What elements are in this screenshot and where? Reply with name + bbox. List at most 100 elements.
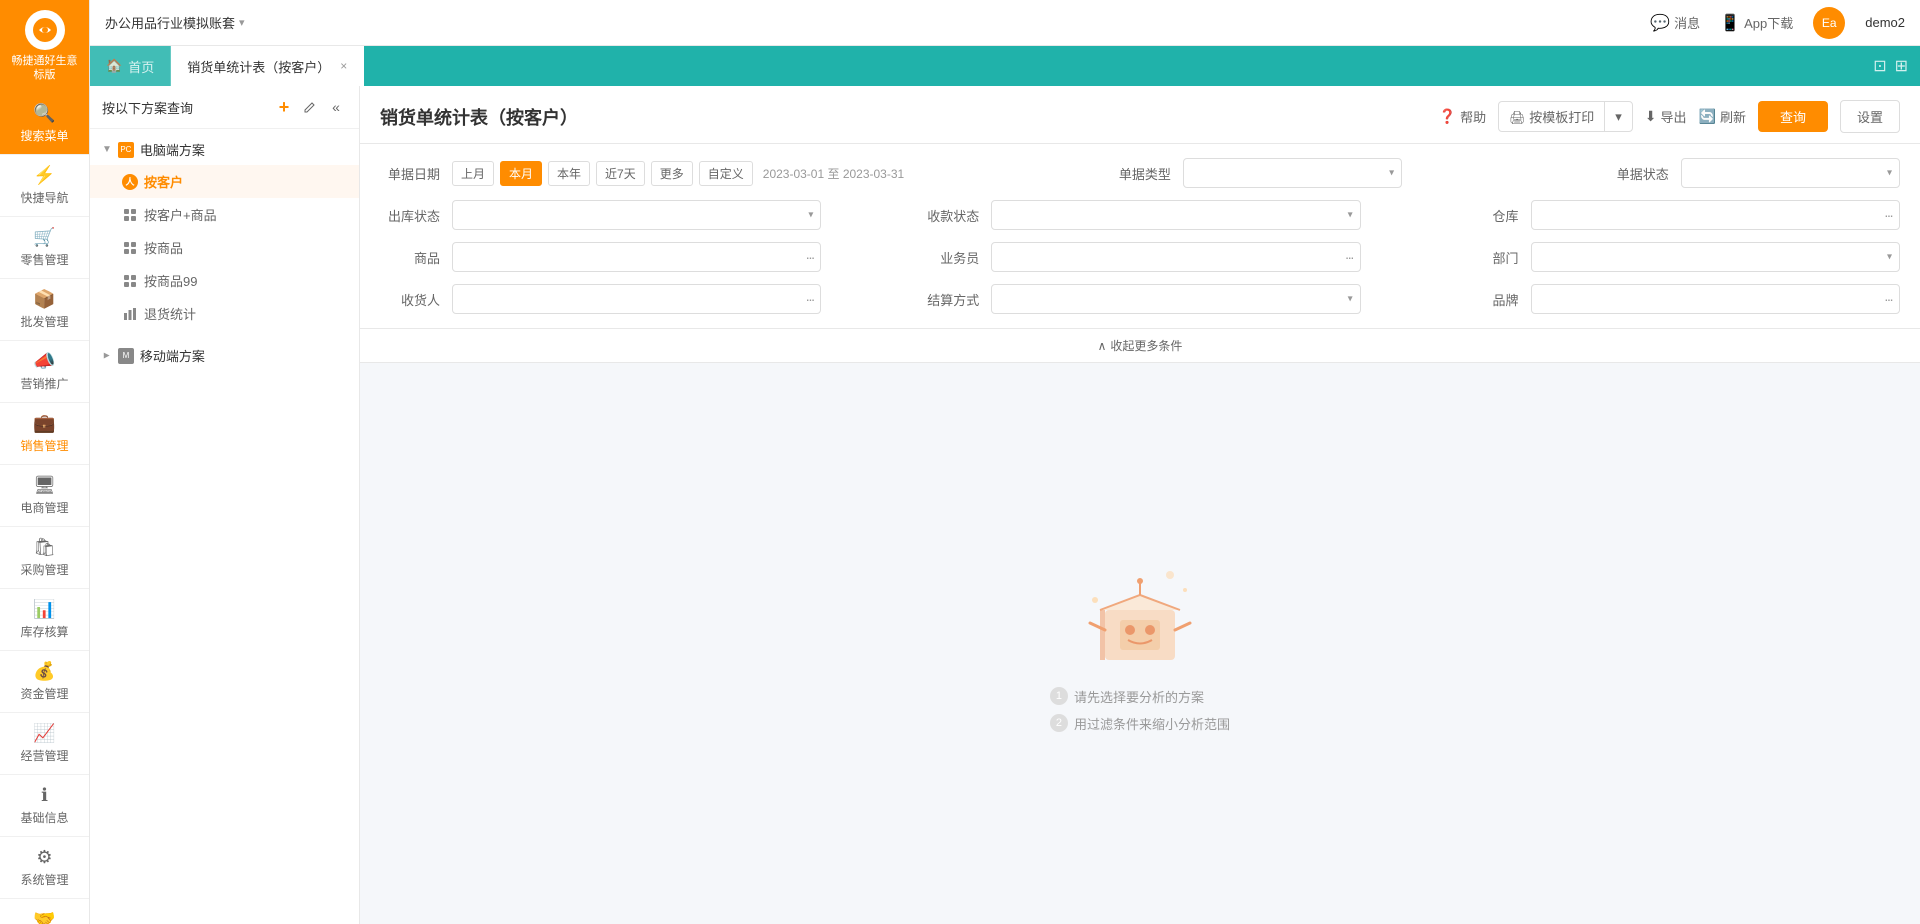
tab-sales-stats[interactable]: 销货单统计表（按客户） × [171,46,364,86]
date-more[interactable]: 更多 [651,161,693,186]
export-btn[interactable]: ⬇ 导出 [1645,107,1687,126]
tree-child-by-customer-goods[interactable]: 按客户+商品 [90,198,359,231]
help-label: 帮助 [1460,107,1486,126]
content-area: 按以下方案查询 + « ▼ PC 电脑端方案 人 按客户 [90,86,1920,924]
by-customer-goods-label: 按客户+商品 [144,205,217,224]
sidebar-logo[interactable]: 畅捷通好生意 标版 [0,0,90,93]
payment-status-select[interactable] [991,200,1360,230]
date-custom[interactable]: 自定义 [699,161,753,186]
query-button[interactable]: 查询 [1758,101,1828,132]
sidebar-item-purchase[interactable]: 🛍 采购管理 [0,527,89,589]
empty-tip-2: 2 用过滤条件来缩小分析范围 [1050,714,1230,733]
tree-child-by-goods-99[interactable]: 按商品99 [90,264,359,297]
marketing-icon: 📣 [33,351,55,372]
tab-minimize-btn[interactable]: ⊡ [1873,56,1886,76]
salesperson-control: ··· [991,242,1360,272]
out-status-select[interactable] [452,200,821,230]
dept-select[interactable] [1531,242,1900,272]
topbar: 办公用品行业模拟账套 ▾ 💬 消息 📱 App下载 Ea demo2 [90,0,1920,46]
order-type-select[interactable] [1183,158,1402,188]
goods-control: ··· [452,242,821,272]
salesperson-input[interactable] [991,242,1360,272]
date-last-month[interactable]: 上月 [452,161,494,186]
empty-tips: 1 请先选择要分析的方案 2 用过滤条件来缩小分析范围 [1050,687,1230,733]
user-abbr: Ea [1822,16,1837,30]
sidebar-item-sales[interactable]: 💼 销售管理 [0,403,89,465]
collapse-btn[interactable]: ∧ 收起更多条件 [1098,337,1183,354]
collapse-bar[interactable]: ∧ 收起更多条件 [360,329,1920,363]
sidebar-item-inventory[interactable]: 📊 库存核算 [0,589,89,651]
tree-child-return-stats[interactable]: 退货统计 [90,297,359,330]
settlement-control: ▾ [991,284,1360,314]
settlement-select[interactable] [991,284,1360,314]
add-scheme-btn[interactable]: + [273,96,295,118]
sidebar-item-marketing[interactable]: 📣 营销推广 [0,341,89,403]
tree-arrow-pc: ▼ [102,144,112,155]
receiver-input[interactable] [452,284,821,314]
date-last-7days[interactable]: 近7天 [596,161,645,186]
date-this-year[interactable]: 本年 [548,161,590,186]
salesperson-label: 业务员 [919,248,979,267]
sidebar-item-enterprise[interactable]: 🤝 企业协同 [0,899,89,924]
sidebar-item-finance[interactable]: 💰 资金管理 [0,651,89,713]
tab-home[interactable]: 🏠 首页 [90,46,171,86]
app-download-btn[interactable]: 📱 App下载 [1720,13,1793,33]
sidebar-item-ecom[interactable]: 🖥 电商管理 [0,465,89,527]
refresh-icon: 🔄 [1699,108,1716,125]
sidebar-item-system[interactable]: ⚙ 系统管理 [0,837,89,899]
operation-icon: 📈 [33,723,55,744]
settings-button[interactable]: 设置 [1840,100,1900,133]
warehouse-input[interactable] [1531,200,1900,230]
sidebar-item-operation[interactable]: 📈 经营管理 [0,713,89,775]
mobile-icon: M [118,348,134,364]
help-btn[interactable]: ❓ 帮助 [1439,107,1486,126]
warehouse-label: 仓库 [1459,206,1519,225]
purchase-icon: 🛍 [33,537,56,558]
tab-maximize-btn[interactable]: ⊞ [1895,56,1908,76]
main-area: 办公用品行业模拟账套 ▾ 💬 消息 📱 App下载 Ea demo2 🏠 首页 [90,0,1920,924]
out-status-label: 出库状态 [380,206,440,225]
date-range-display: 2023-03-01 至 2023-03-31 [763,165,904,182]
chevron-down-icon: ▾ [239,16,245,29]
date-this-month[interactable]: 本月 [500,161,542,186]
message-label: 消息 [1674,13,1700,32]
tree-child-by-goods[interactable]: 按商品 [90,231,359,264]
edit-scheme-btn[interactable] [299,96,321,118]
template-print-btn[interactable]: 🖨 按模板打印 [1499,102,1605,131]
collapse-icon: ∧ [1098,339,1107,353]
brand-input[interactable] [1531,284,1900,314]
enterprise-icon: 🤝 [33,909,55,924]
export-label: 导出 [1661,107,1687,126]
refresh-btn[interactable]: 🔄 刷新 [1699,107,1746,126]
collapse-panel-btn[interactable]: « [325,96,347,118]
sidebar-item-basic[interactable]: ℹ 基础信息 [0,775,89,837]
tree-parent-mobile[interactable]: ▼ M 移动端方案 [90,340,359,371]
tree-child-by-customer[interactable]: 人 按客户 [90,165,359,198]
message-btn[interactable]: 💬 消息 [1650,13,1700,33]
sidebar-item-wholesale[interactable]: 📦 批发管理 [0,279,89,341]
template-print-arrow[interactable]: ▾ [1605,104,1632,130]
industry-selector[interactable]: 办公用品行业模拟账套 ▾ [105,13,245,32]
retail-icon: 🛒 [33,227,55,248]
tab-sales-stats-label: 销货单统计表（按客户） [187,57,330,76]
home-icon: 🏠 [106,58,122,74]
empty-tip-1: 1 请先选择要分析的方案 [1050,687,1230,706]
return-stats-label: 退货统计 [144,304,196,323]
export-icon: ⬇ [1645,108,1657,125]
tree-parent-pc[interactable]: ▼ PC 电脑端方案 [90,134,359,165]
tab-spacer [364,46,1861,86]
tree-section-mobile: ▼ M 移动端方案 [90,335,359,376]
sidebar-item-retail[interactable]: 🛒 零售管理 [0,217,89,279]
goods-label: 商品 [380,248,440,267]
tab-actions: ⊡ ⊞ [1861,46,1920,86]
sales-icon: 💼 [33,413,55,434]
sidebar-item-quick[interactable]: ⚡ 快捷导航 [0,155,89,217]
tabbar: 🏠 首页 销货单统计表（按客户） × ⊡ ⊞ [90,46,1920,86]
sidebar-item-search[interactable]: 🔍 搜索菜单 [0,93,89,155]
goods-input[interactable] [452,242,821,272]
receiver-label: 收货人 [380,290,440,309]
avatar[interactable]: Ea [1813,7,1845,39]
tab-close-btn[interactable]: × [340,59,347,73]
order-status-select[interactable] [1681,158,1900,188]
right-content: 销货单统计表（按客户） ❓ 帮助 🖨 按模板打印 ▾ ⬇ [360,86,1920,924]
